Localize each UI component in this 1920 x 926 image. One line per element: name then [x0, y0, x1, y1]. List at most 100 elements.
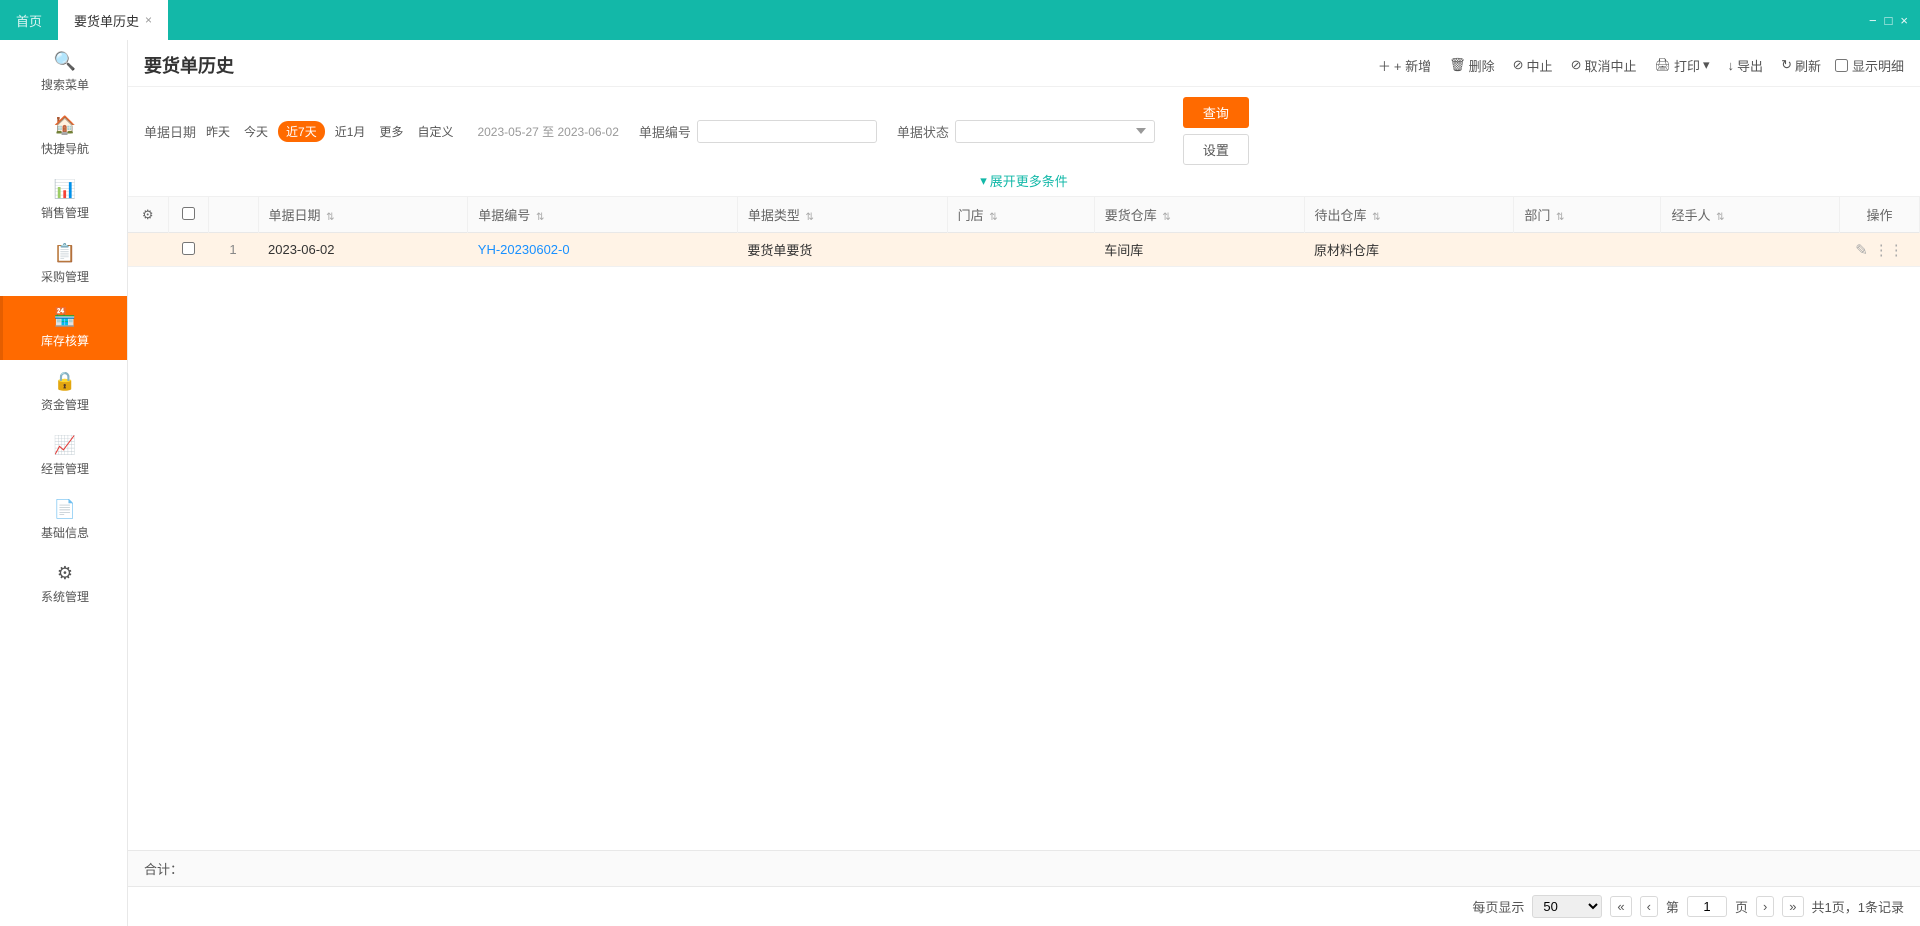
page-input[interactable] [1687, 896, 1727, 917]
tab-active[interactable]: 要货单历史 × [58, 0, 168, 40]
doc-status-label: 单据状态 [897, 122, 949, 141]
expand-row: ▾ 展开更多条件 [144, 171, 1904, 190]
top-bar: 首页 要货单历史 × − □ × [0, 0, 1920, 40]
sidebar-item-purchase[interactable]: 📋 采购管理 [0, 232, 127, 296]
page-suffix: 页 [1735, 897, 1748, 916]
sidebar-item-label: 销售管理 [41, 204, 89, 221]
doc-type-col-header[interactable]: 单据类型 ⇅ [737, 197, 947, 233]
settings-col-header[interactable]: ⚙ [128, 197, 168, 233]
export-button[interactable]: ↓ 导出 [1724, 54, 1768, 77]
main-layout: 🔍 搜索菜单 🏠 快捷导航 📊 销售管理 📋 采购管理 🏪 库存核算 🔒 资金管… [0, 40, 1920, 926]
sort-icon: ⇅ [1372, 212, 1380, 223]
doc-status-filter: 单据状态 [897, 120, 1155, 143]
row-checkbox[interactable] [168, 233, 208, 267]
action-col-header: 操作 [1840, 197, 1920, 233]
sort-icon: ⇅ [326, 212, 334, 223]
doc-number-filter: 单据编号 [639, 120, 877, 143]
table-area: ⚙ 单据日期 ⇅ 单据编号 ⇅ [128, 197, 1920, 850]
handler-col-header[interactable]: 经手人 ⇅ [1661, 197, 1840, 233]
doc-status-select[interactable] [955, 120, 1155, 143]
action-icons: ✎ ⋮⋮ [1850, 241, 1910, 259]
prev-page-button[interactable]: ‹ [1640, 896, 1658, 917]
date-btn-custom[interactable]: 自定义 [413, 121, 457, 142]
row-department [1514, 233, 1661, 267]
page-content: 要货单历史 ＋ + 新增 🗑 删除 ⊘ 中止 ⊘ [128, 40, 1920, 926]
doc-number-input[interactable] [697, 120, 877, 143]
pagination-bar: 每页显示 50 20 100 « ‹ 第 页 › » 共1页，1条记录 [128, 886, 1920, 926]
maximize-icon[interactable]: □ [1885, 13, 1893, 28]
next-page-button[interactable]: › [1756, 896, 1774, 917]
close-tab-icon[interactable]: × [145, 13, 152, 27]
table-row: 1 2023-06-02 YH-20230602-0 要货单要货 车间库 原材料… [128, 233, 1920, 267]
print-button[interactable]: 🖨 打印 ▾ [1650, 54, 1713, 77]
num-col-header [208, 197, 258, 233]
sidebar-item-basic-info[interactable]: 📄 基础信息 [0, 488, 127, 552]
checkbox-col-header[interactable] [168, 197, 208, 233]
print-dropdown-icon: ▾ [1703, 57, 1710, 73]
sort-icon: ⇅ [1162, 212, 1170, 223]
expand-button[interactable]: ▾ 展开更多条件 [980, 171, 1068, 190]
content-area: 要货单历史 ＋ + 新增 🗑 删除 ⊘ 中止 ⊘ [128, 40, 1920, 926]
sidebar-item-quick-nav[interactable]: 🏠 快捷导航 [0, 104, 127, 168]
page-size-label: 每页显示 [1472, 897, 1524, 916]
sales-icon: 📊 [54, 179, 76, 200]
row-req-warehouse: 车间库 [1094, 233, 1304, 267]
row-actions: ✎ ⋮⋮ [1840, 233, 1920, 267]
doc-date-col-header[interactable]: 单据日期 ⇅ [258, 197, 468, 233]
row-doc-number[interactable]: YH-20230602-0 [468, 233, 738, 267]
sidebar-item-search-menu[interactable]: 🔍 搜索菜单 [0, 40, 127, 104]
doc-number-link[interactable]: YH-20230602-0 [478, 242, 570, 257]
row-handler [1661, 233, 1840, 267]
cancel-stop-button[interactable]: ⊘ 取消中止 [1567, 54, 1641, 77]
row-doc-date: 2023-06-02 [258, 233, 468, 267]
sidebar-item-system[interactable]: ⚙ 系统管理 [0, 552, 127, 616]
store-col-header[interactable]: 门店 ⇅ [947, 197, 1094, 233]
date-btn-today[interactable]: 今天 [240, 121, 272, 142]
delete-button[interactable]: 🗑 删除 [1445, 54, 1499, 77]
sort-icon: ⇅ [1556, 212, 1564, 223]
select-all-checkbox[interactable] [182, 207, 195, 220]
display-detail-toggle[interactable]: 显示明细 [1835, 56, 1904, 75]
row-select-checkbox[interactable] [182, 242, 195, 255]
query-button[interactable]: 查询 [1183, 97, 1249, 128]
date-filter-options: 昨天 今天 近7天 近1月 更多 自定义 [202, 121, 457, 142]
expand-icon: ▾ [980, 173, 987, 189]
sidebar-item-label: 采购管理 [41, 268, 89, 285]
last-page-button[interactable]: » [1782, 896, 1803, 917]
sidebar-item-inventory[interactable]: 🏪 库存核算 [0, 296, 127, 360]
new-button[interactable]: ＋ + 新增 [1374, 54, 1435, 77]
inventory-icon: 🏪 [54, 307, 76, 328]
pending-warehouse-col-header[interactable]: 待出仓库 ⇅ [1304, 197, 1514, 233]
date-btn-1month[interactable]: 近1月 [331, 121, 370, 142]
date-btn-yesterday[interactable]: 昨天 [202, 121, 234, 142]
doc-number-col-header[interactable]: 单据编号 ⇅ [468, 197, 738, 233]
department-col-header[interactable]: 部门 ⇅ [1514, 197, 1661, 233]
sidebar-item-operation[interactable]: 📈 经营管理 [0, 424, 127, 488]
tab-home[interactable]: 首页 [0, 0, 58, 40]
sort-icon: ⇅ [1716, 212, 1724, 223]
display-detail-checkbox[interactable] [1835, 59, 1848, 72]
date-btn-more[interactable]: 更多 [375, 121, 407, 142]
close-window-icon[interactable]: × [1900, 13, 1908, 28]
refresh-button[interactable]: ↻ 刷新 [1777, 54, 1825, 77]
date-btn-7days[interactable]: 近7天 [278, 121, 325, 142]
page-header: 要货单历史 ＋ + 新增 🗑 删除 ⊘ 中止 ⊘ [128, 40, 1920, 87]
refresh-icon: ↻ [1781, 57, 1792, 73]
sidebar-item-label: 系统管理 [41, 588, 89, 605]
toolbar: ＋ + 新增 🗑 删除 ⊘ 中止 ⊘ 取消中止 [1374, 54, 1904, 77]
set-button[interactable]: 设置 [1183, 134, 1249, 165]
sidebar-item-finance[interactable]: 🔒 资金管理 [0, 360, 127, 424]
req-warehouse-col-header[interactable]: 要货仓库 ⇅ [1094, 197, 1304, 233]
basic-info-icon: 📄 [54, 499, 76, 520]
more-icon[interactable]: ⋮⋮ [1874, 241, 1904, 259]
edit-icon[interactable]: ✎ [1855, 241, 1868, 259]
quick-nav-icon: 🏠 [54, 115, 76, 136]
sidebar-item-sales[interactable]: 📊 销售管理 [0, 168, 127, 232]
row-doc-type: 要货单要货 [737, 233, 947, 267]
first-page-button[interactable]: « [1610, 896, 1631, 917]
filter-row: 单据日期 昨天 今天 近7天 近1月 更多 自定义 2023-05-27 至 2… [144, 97, 1904, 165]
page-size-select[interactable]: 50 20 100 [1532, 895, 1602, 918]
minimize-icon[interactable]: − [1869, 13, 1877, 28]
table-header-row: ⚙ 单据日期 ⇅ 单据编号 ⇅ [128, 197, 1920, 233]
stop-button[interactable]: ⊘ 中止 [1509, 54, 1557, 77]
